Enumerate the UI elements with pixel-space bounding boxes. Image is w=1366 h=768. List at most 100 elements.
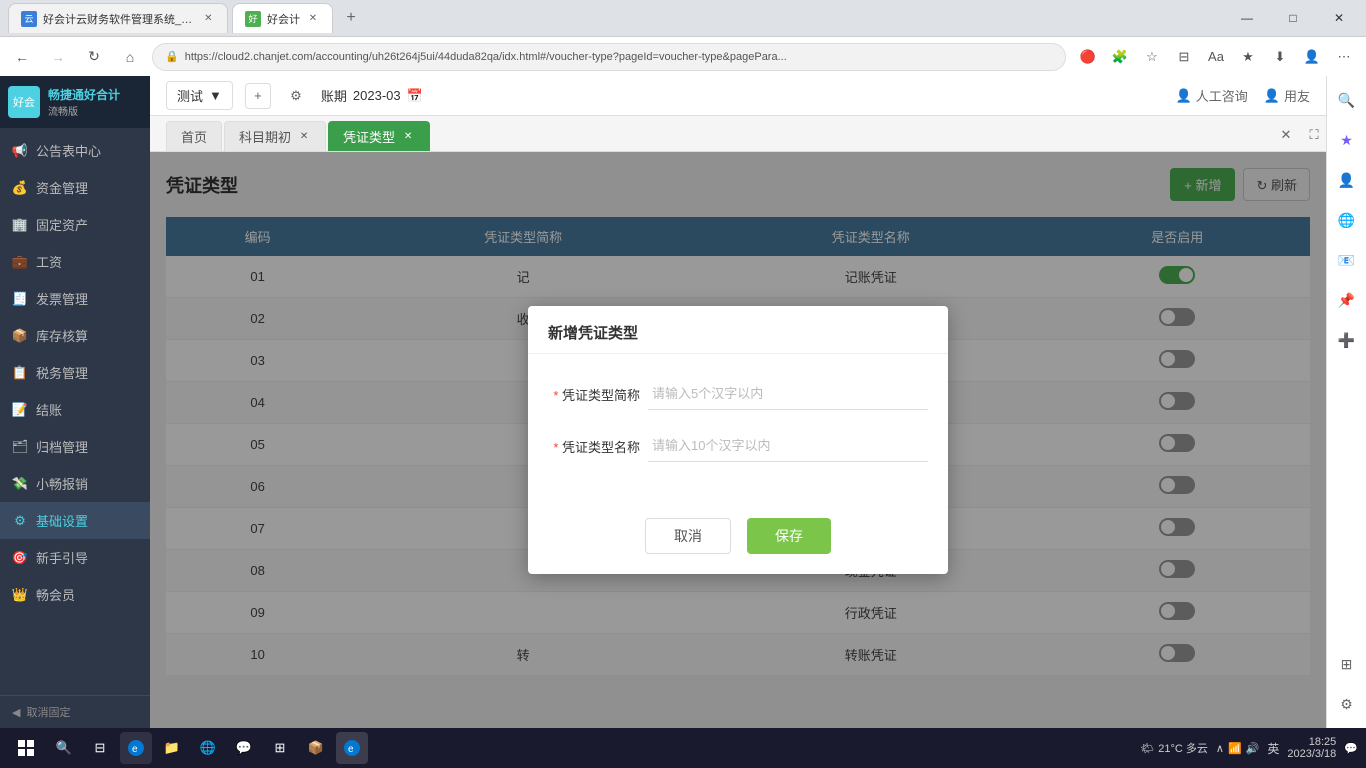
workspace-dropdown-icon: ▼ [209, 88, 222, 103]
tab2-close[interactable]: ✕ [306, 12, 320, 26]
right-panel-settings[interactable]: ⚙ [1331, 688, 1363, 720]
tab-home-label: 首页 [181, 127, 207, 146]
tab-voucher-type-label: 凭证类型 [343, 127, 395, 146]
system-tray[interactable]: ∧ 📶 🔊 [1216, 742, 1259, 755]
kucun-icon: 📦 [12, 328, 28, 344]
minimize-button[interactable]: — [1224, 0, 1270, 36]
profile-icon[interactable]: 🔴 [1074, 43, 1102, 71]
right-panel-mail[interactable]: 📧 [1331, 244, 1363, 276]
cancel-fixed-button[interactable]: ◀ 取消固定 [0, 695, 150, 728]
settings-button[interactable]: ⚙ [283, 83, 309, 109]
sidebar-item-guda[interactable]: 🏢 固定资产 [0, 206, 150, 243]
modal-overlay: 新增凭证类型 * 凭证类型简称 * 凭证类型名称 [150, 152, 1326, 728]
notification-icon[interactable]: 💬 [1344, 742, 1358, 755]
shuiwu-icon: 📋 [12, 365, 28, 381]
new-tab-button[interactable]: + [337, 4, 365, 32]
close-button[interactable]: ✕ [1316, 0, 1362, 36]
taskbar-msedge2[interactable]: e [336, 732, 368, 764]
sidebar-item-gonggao[interactable]: 📢 公告表中心 [0, 132, 150, 169]
right-panel-add[interactable]: ➕ [1331, 324, 1363, 356]
taskbar-wechat[interactable]: 💬 [228, 732, 260, 764]
taskbar-tiles[interactable]: ⊞ [264, 732, 296, 764]
tab-voucher-close[interactable]: ✕ [401, 130, 415, 144]
url-box[interactable]: 🔒 https://cloud2.chanjet.com/accounting/… [152, 43, 1066, 71]
panel-minimize-button[interactable]: ✕ [1274, 123, 1298, 147]
back-button[interactable]: ← [8, 43, 36, 71]
reload-button[interactable]: ↻ [80, 43, 108, 71]
tab-subjects-close[interactable]: ✕ [297, 130, 311, 144]
sidebar-item-kucun[interactable]: 📦 库存核算 [0, 317, 150, 354]
sidebar-item-gongzi[interactable]: 💼 工资 [0, 243, 150, 280]
user-button[interactable]: 👤 用友 [1264, 86, 1310, 105]
favorites-icon[interactable]: ★ [1234, 43, 1262, 71]
right-panel-grid[interactable]: ⊞ [1331, 648, 1363, 680]
name-input[interactable] [648, 430, 928, 462]
taskbar-edge[interactable]: e [120, 732, 152, 764]
download-icon[interactable]: ⬇ [1266, 43, 1294, 71]
consult-button[interactable]: 👤 人工咨询 [1176, 86, 1248, 105]
reading-icon[interactable]: Aa [1202, 43, 1230, 71]
sidebar-item-label-guidang: 归档管理 [36, 437, 88, 456]
right-panel-user[interactable]: 👤 [1331, 164, 1363, 196]
right-panel-globe[interactable]: 🌐 [1331, 204, 1363, 236]
taskbar-right: 🌤 21°C 多云 ∧ 📶 🔊 英 18:25 2023/3/18 💬 [1140, 736, 1358, 760]
xiaochang-icon: 💸 [12, 476, 28, 492]
weather-widget[interactable]: 🌤 21°C 多云 [1140, 740, 1208, 756]
sidebar-item-label-shuiwu: 税务管理 [36, 363, 88, 382]
sidebar-item-label-xinshou: 新手引导 [36, 548, 88, 567]
browser-profile[interactable]: 👤 [1298, 43, 1326, 71]
right-panel-star[interactable]: ★ [1331, 124, 1363, 156]
url-text: https://cloud2.chanjet.com/accounting/uh… [185, 51, 787, 63]
add-workspace-button[interactable]: + [245, 83, 271, 109]
more-button[interactable]: ⋯ [1330, 43, 1358, 71]
tab1-favicon: 云 [21, 11, 37, 27]
taskbar-chrome[interactable]: 🌐 [192, 732, 224, 764]
forward-button[interactable]: → [44, 43, 72, 71]
browser-tab-1[interactable]: 云 好会计云财务软件管理系统_会计 ✕ [8, 3, 228, 33]
extensions-icon[interactable]: 🧩 [1106, 43, 1134, 71]
weather-text: 21°C 多云 [1158, 740, 1208, 756]
input-method[interactable]: 英 [1267, 740, 1279, 757]
right-panel: 🔍 ★ 👤 🌐 📧 📌 ➕ ⊞ ⚙ [1326, 76, 1366, 728]
tab-home[interactable]: 首页 [166, 121, 222, 151]
modal-title: 新增凭证类型 [548, 325, 638, 342]
sidebar-item-guidang[interactable]: 🗂 归档管理 [0, 428, 150, 465]
taskbar-multitask[interactable]: ⊟ [84, 732, 116, 764]
right-panel-pin[interactable]: 📌 [1331, 284, 1363, 316]
home-button[interactable]: ⌂ [116, 43, 144, 71]
split-view-icon[interactable]: ⊟ [1170, 43, 1198, 71]
modal-footer: 取消 保存 [528, 506, 948, 574]
taskbar-search[interactable]: 🔍 [48, 732, 80, 764]
save-button[interactable]: 保存 [747, 518, 831, 554]
sidebar-item-shuiwu[interactable]: 📋 税务管理 [0, 354, 150, 391]
tray-up-icon: ∧ [1216, 742, 1224, 755]
cancel-button[interactable]: 取消 [645, 518, 731, 554]
abbr-input[interactable] [648, 378, 928, 410]
sidebar-item-fapiao[interactable]: 🧾 发票管理 [0, 280, 150, 317]
taskbar-explorer[interactable]: 📁 [156, 732, 188, 764]
sidebar-header: 好会 畅捷通好合计 流畅版 [0, 76, 150, 128]
sidebar-item-label-jichushezhi: 基础设置 [36, 511, 88, 530]
sidebar-item-xiaochang[interactable]: 💸 小畅报销 [0, 465, 150, 502]
guidang-icon: 🗂 [12, 439, 28, 455]
workspace-selector[interactable]: 测试 ▼ [166, 81, 233, 110]
taskbar-clock[interactable]: 18:25 2023/3/18 [1287, 736, 1336, 760]
taskbar-apps[interactable]: 📦 [300, 732, 332, 764]
sidebar-item-jichushezhi[interactable]: ⚙ 基础设置 [0, 502, 150, 539]
sidebar-item-huiyuan[interactable]: 👑 畅会员 [0, 576, 150, 613]
panel-expand-button[interactable]: ⛶ [1302, 123, 1326, 147]
sidebar-item-label-gonggao: 公告表中心 [36, 141, 101, 160]
tab-voucher-type[interactable]: 凭证类型 ✕ [328, 121, 430, 151]
tab-subjects[interactable]: 科目期初 ✕ [224, 121, 326, 151]
calendar-icon: 📅 [407, 88, 423, 104]
sidebar-item-jiezhang[interactable]: 📝 结账 [0, 391, 150, 428]
tab1-close[interactable]: ✕ [202, 12, 215, 26]
gonggao-icon: 📢 [12, 143, 28, 159]
maximize-button[interactable]: □ [1270, 0, 1316, 36]
sidebar-item-zijin[interactable]: 💰 资金管理 [0, 169, 150, 206]
sidebar-item-xinshou[interactable]: 🎯 新手引导 [0, 539, 150, 576]
browser-tab-2[interactable]: 好 好会计 ✕ [232, 3, 333, 33]
start-button[interactable] [8, 730, 44, 766]
bookmark-icon[interactable]: ☆ [1138, 43, 1166, 71]
right-panel-search[interactable]: 🔍 [1331, 84, 1363, 116]
